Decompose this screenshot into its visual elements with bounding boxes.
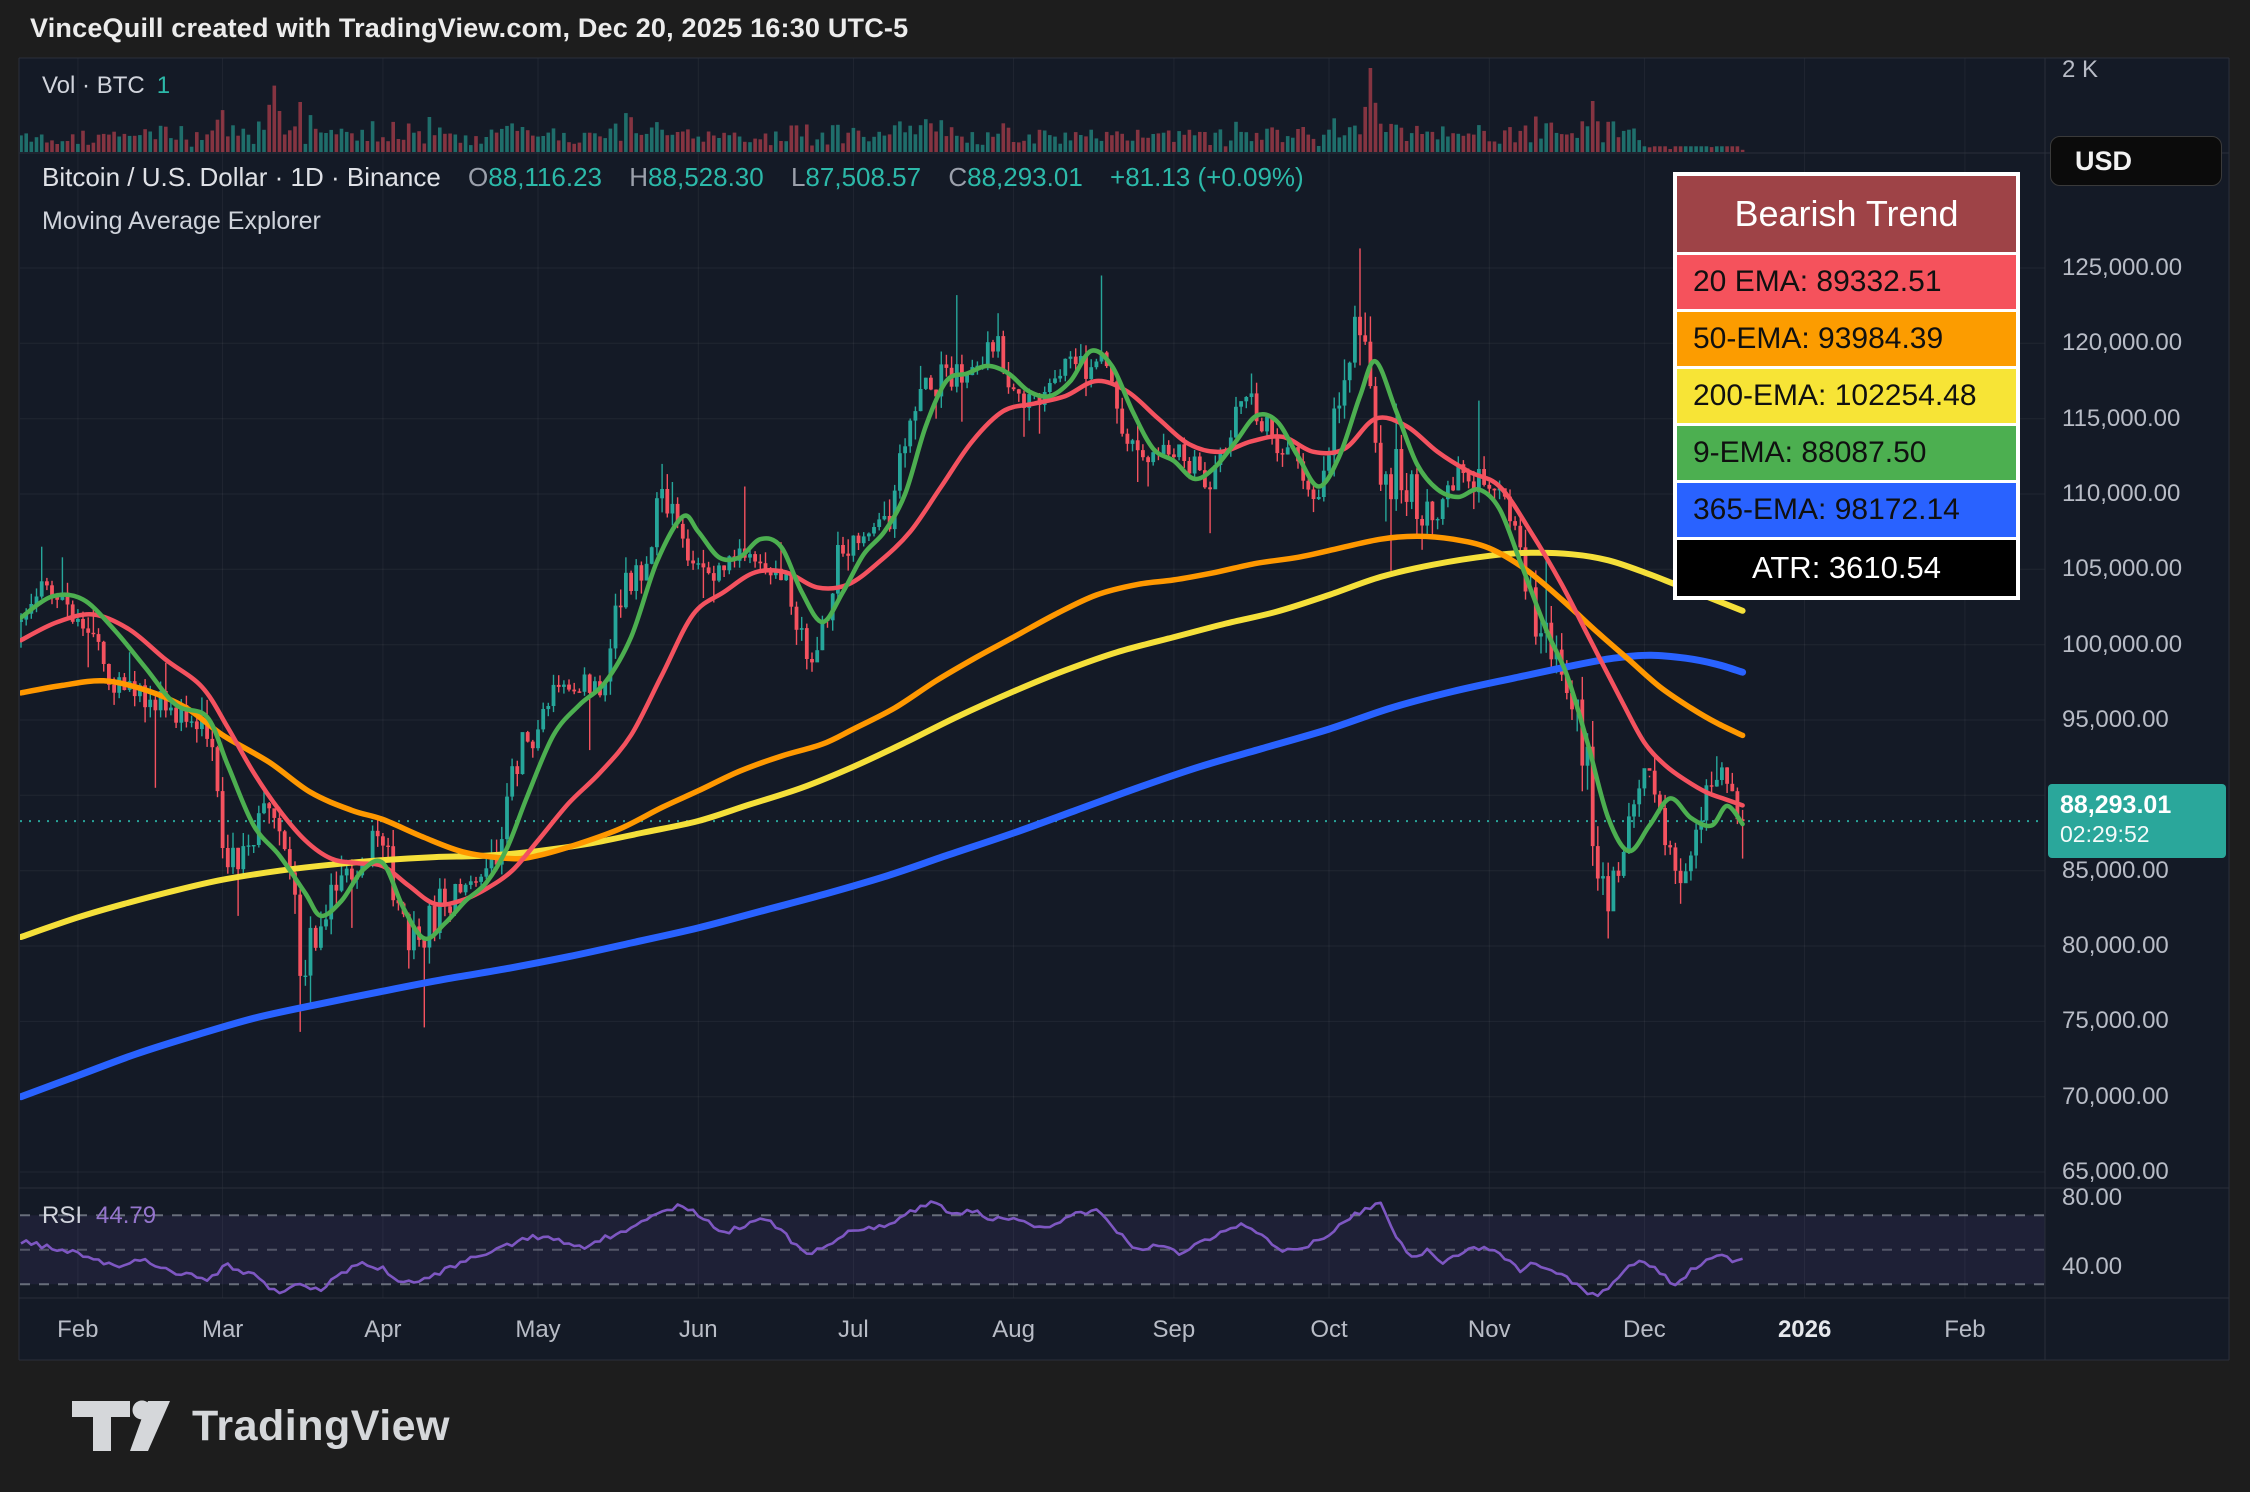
price-axis-label: 120,000.00 — [2062, 329, 2182, 357]
price-axis-label: 125,000.00 — [2062, 254, 2182, 282]
legend-row-ema20: 20 EMA: 89332.51 — [1677, 255, 2016, 309]
rsi-axis-label: 40.00 — [2062, 1253, 2122, 1281]
time-axis-label-jul: Jul — [793, 1316, 913, 1344]
time-axis-label-apr: Apr — [323, 1316, 443, 1344]
high-value: 88,528.30 — [648, 162, 764, 192]
bar-countdown: 02:29:52 — [2060, 820, 2226, 848]
volume-value: 1 — [157, 72, 170, 99]
symbol-title: Bitcoin / U.S. Dollar · 1D · Binance — [42, 162, 441, 192]
time-axis-label-2026: 2026 — [1745, 1316, 1865, 1344]
last-price-tag: 88,293.01 02:29:52 — [2048, 784, 2226, 858]
rsi-axis-label: 80.00 — [2062, 1184, 2122, 1212]
volume-axis-label: 2 K — [2062, 56, 2098, 84]
last-price-value: 88,293.01 — [2060, 790, 2226, 820]
price-axis-label: 85,000.00 — [2062, 857, 2169, 885]
legend-row-ema9: 9-EMA: 88087.50 — [1677, 426, 2016, 480]
open-value: 88,116.23 — [488, 162, 602, 192]
time-axis-label-feb: Feb — [1905, 1316, 2025, 1344]
tradingview-logo-text: TradingView — [192, 1402, 450, 1451]
time-axis-label-may: May — [478, 1316, 598, 1344]
symbol-ohlc-row: Bitcoin / U.S. Dollar · 1D · Binance O88… — [42, 162, 1304, 193]
volume-pane-legend: Vol · BTC 1 — [42, 72, 170, 100]
tradingview-branding[interactable]: TradingView — [72, 1400, 450, 1452]
change-value: +81.13 (+0.09%) — [1110, 162, 1304, 192]
open-key: O — [468, 162, 488, 192]
time-axis-label-feb: Feb — [18, 1316, 138, 1344]
legend-row-ema365: 365-EMA: 98172.14 — [1677, 483, 2016, 537]
trend-status-badge: Bearish Trend — [1677, 176, 2016, 252]
close-value: 88,293.01 — [967, 162, 1083, 192]
legend-row-ema50: 50-EMA: 93984.39 — [1677, 312, 2016, 366]
price-axis-label: 110,000.00 — [2062, 480, 2180, 508]
close-key: C — [948, 162, 967, 192]
time-axis-label-dec: Dec — [1584, 1316, 1704, 1344]
time-axis-label-mar: Mar — [163, 1316, 283, 1344]
tradingview-chart-window: 2 K 125,000.00 120,000.00 115,000.00 110,000… — [0, 0, 2250, 1492]
price-axis-label: 65,000.00 — [2062, 1158, 2169, 1186]
low-key: L — [791, 162, 805, 192]
price-axis-label: 70,000.00 — [2062, 1083, 2169, 1111]
time-axis[interactable]: Feb Mar Apr May Jun Jul Aug Sep Oct Nov Dec 2026 Feb — [19, 1298, 2045, 1360]
time-axis-label-nov: Nov — [1429, 1316, 1549, 1344]
price-axis-label: 105,000.00 — [2062, 555, 2182, 583]
high-key: H — [629, 162, 648, 192]
legend-row-ema200: 200-EMA: 102254.48 — [1677, 369, 2016, 423]
price-axis-label: 115,000.00 — [2062, 405, 2180, 433]
time-axis-label-jun: Jun — [638, 1316, 758, 1344]
price-axis-label: 100,000.00 — [2062, 631, 2182, 659]
tradingview-logo-icon — [72, 1400, 172, 1452]
trend-legend-table[interactable]: Bearish Trend 20 EMA: 89332.51 50-EMA: 9… — [1673, 172, 2020, 600]
price-axis[interactable]: 2 K 125,000.00 120,000.00 115,000.00 110,000… — [2045, 58, 2229, 1360]
time-axis-label-sep: Sep — [1114, 1316, 1234, 1344]
indicator-label: Moving Average Explorer — [42, 207, 321, 236]
rsi-pane-legend: RSI 44.79 — [42, 1202, 156, 1230]
page-title: VinceQuill created with TradingView.com,… — [30, 13, 908, 44]
time-axis-label-aug: Aug — [954, 1316, 1074, 1344]
price-axis-label: 75,000.00 — [2062, 1007, 2169, 1035]
low-value: 87,508.57 — [805, 162, 921, 192]
rsi-value: 44.79 — [96, 1202, 156, 1229]
price-axis-label: 80,000.00 — [2062, 932, 2169, 960]
price-axis-label: 95,000.00 — [2062, 706, 2169, 734]
rsi-label: RSI — [42, 1202, 82, 1229]
legend-row-atr: ATR: 3610.54 — [1677, 540, 2016, 596]
volume-label: Vol · BTC — [42, 72, 145, 99]
currency-toggle-button[interactable]: USD — [2050, 136, 2222, 186]
time-axis-label-oct: Oct — [1269, 1316, 1389, 1344]
